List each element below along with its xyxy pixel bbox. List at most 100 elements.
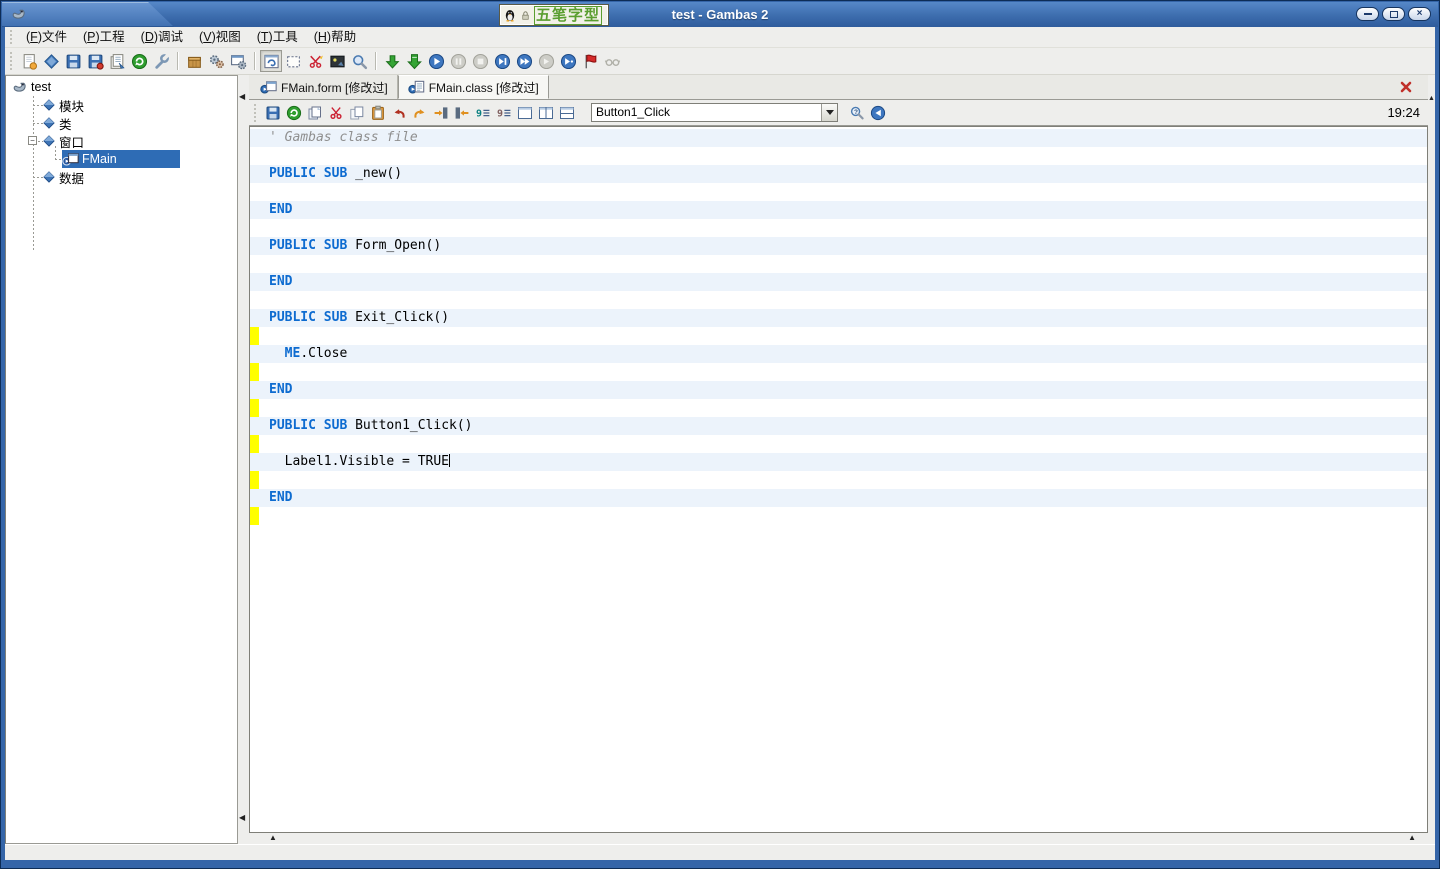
selection-button[interactable]: [282, 50, 304, 72]
menubar-gripper[interactable]: [9, 29, 14, 45]
tree-root[interactable]: test: [6, 78, 237, 96]
zoom-button[interactable]: [348, 50, 370, 72]
save-button[interactable]: [262, 102, 283, 123]
compile-all-button[interactable]: [403, 50, 425, 72]
expand-right-icon[interactable]: ▲: [1428, 95, 1435, 102]
run-until-button[interactable]: [557, 50, 579, 72]
menu-item-d[interactable]: (D)调试: [133, 28, 191, 47]
code-line-10[interactable]: [250, 291, 1427, 309]
editor-toolbar-gripper[interactable]: [253, 102, 258, 123]
uncomment-button[interactable]: 9: [493, 102, 514, 123]
tab-class[interactable]: FMain.class [修改过]: [397, 75, 549, 99]
cut-button[interactable]: [325, 102, 346, 123]
code-line-15[interactable]: END: [250, 381, 1427, 399]
select-all-button[interactable]: [304, 102, 325, 123]
breakpoint-button[interactable]: [579, 50, 601, 72]
maximize-button[interactable]: [1382, 7, 1405, 21]
tree-expander-collapse[interactable]: −: [28, 136, 37, 145]
copy-button[interactable]: [346, 102, 367, 123]
open-project-button[interactable]: [40, 50, 62, 72]
redo-button[interactable]: [409, 102, 430, 123]
code-line-12[interactable]: [250, 327, 1427, 345]
menu-item-p[interactable]: (P)工程: [75, 28, 133, 47]
sidebar-splitter[interactable]: ◀ ◀: [238, 75, 249, 844]
tabs: FMain.form [修改过] FMain.class [修改过]: [251, 74, 549, 99]
code-line-9[interactable]: END: [250, 273, 1427, 291]
input-method-indicator[interactable]: 五笔字型: [499, 4, 610, 26]
toolbar-gripper[interactable]: [9, 50, 14, 72]
cut-form-icon: [307, 53, 324, 70]
expand-bottom-left-icon[interactable]: ▲: [269, 833, 277, 843]
code-line-17[interactable]: PUBLIC SUB Button1_Click(): [250, 417, 1427, 435]
components-button[interactable]: [205, 50, 227, 72]
code-line-18[interactable]: [250, 435, 1427, 453]
refresh-button[interactable]: [128, 50, 150, 72]
goto-back-button[interactable]: [867, 102, 888, 123]
view-split-horizontal-button[interactable]: [556, 102, 577, 123]
menu-item-f[interactable]: (F)文件: [18, 28, 75, 47]
code-line-19[interactable]: Label1.Visible = TRUE: [250, 453, 1427, 471]
code-line-3[interactable]: PUBLIC SUB _new(): [250, 165, 1427, 183]
tools-button[interactable]: [150, 50, 172, 72]
compile-class-button[interactable]: [283, 102, 304, 123]
preferences-button[interactable]: [227, 50, 249, 72]
menu-item-t[interactable]: (T)工具: [249, 28, 306, 47]
paste-button[interactable]: [367, 102, 388, 123]
tree-item-label: 数据: [59, 171, 85, 186]
save-project-as-button[interactable]: [84, 50, 106, 72]
code-line-16[interactable]: [250, 399, 1427, 417]
menu-accelerator: F: [30, 29, 38, 44]
project-properties-button[interactable]: [106, 50, 128, 72]
screenshot-button[interactable]: [326, 50, 348, 72]
comment-button[interactable]: 9: [472, 102, 493, 123]
close-button[interactable]: ×: [1408, 7, 1431, 21]
menu-item-text: )帮助: [326, 29, 357, 44]
code-line-2[interactable]: [250, 147, 1427, 165]
titlebar[interactable]: test - Gambas 2 五笔字型 ×: [2, 2, 1438, 27]
expand-bottom-right-icon[interactable]: ▲: [1408, 833, 1416, 843]
view-split-vertical-button[interactable]: [535, 102, 556, 123]
close-tab-button[interactable]: [1398, 79, 1414, 95]
find-button[interactable]: ?: [846, 102, 867, 123]
right-panel-strip[interactable]: ▲: [1428, 75, 1435, 844]
code-line-21[interactable]: END: [250, 489, 1427, 507]
code-line-4[interactable]: [250, 183, 1427, 201]
cut-form-button[interactable]: [304, 50, 326, 72]
save-project-button[interactable]: [62, 50, 84, 72]
collapse-left-bottom-icon[interactable]: ◀: [239, 814, 245, 822]
code-editor[interactable]: ' Gambas class file PUBLIC SUB _new() END P…: [249, 126, 1428, 833]
form-editor-button[interactable]: [260, 50, 282, 72]
code-line-8[interactable]: [250, 255, 1427, 273]
code-line-14[interactable]: [250, 363, 1427, 381]
code-line-13[interactable]: ME.Close: [250, 345, 1427, 363]
tab-form[interactable]: FMain.form [修改过]: [251, 75, 398, 99]
view-normal-button[interactable]: [514, 102, 535, 123]
code-keyword: ME: [284, 346, 301, 361]
code-line-11[interactable]: PUBLIC SUB Exit_Click(): [250, 309, 1427, 327]
tree-item-fmain[interactable]: FMain: [6, 150, 237, 168]
compile-button[interactable]: [381, 50, 403, 72]
open-project-icon: [43, 53, 60, 70]
procedure-combobox[interactable]: Button1_Click: [591, 103, 838, 122]
new-project-button[interactable]: [18, 50, 40, 72]
code-line-5[interactable]: END: [250, 201, 1427, 219]
undo-button[interactable]: [388, 102, 409, 123]
indent-button[interactable]: [430, 102, 451, 123]
form-editor-icon: [263, 53, 280, 70]
combo-dropdown-button[interactable]: [821, 104, 837, 121]
unindent-button[interactable]: [451, 102, 472, 123]
run-button[interactable]: [425, 50, 447, 72]
make-executable-button[interactable]: [183, 50, 205, 72]
step-over-button[interactable]: [513, 50, 535, 72]
collapse-left-icon[interactable]: ◀: [239, 93, 245, 101]
code-line-7[interactable]: PUBLIC SUB Form_Open(): [250, 237, 1427, 255]
step-into-button[interactable]: [491, 50, 513, 72]
code-line-22[interactable]: [250, 507, 1427, 525]
menu-item-v[interactable]: (V)视图: [191, 28, 249, 47]
tree-item-label: FMain: [82, 152, 117, 166]
code-line-1[interactable]: ' Gambas class file: [250, 129, 1427, 147]
minimize-button[interactable]: [1356, 7, 1379, 21]
code-line-6[interactable]: [250, 219, 1427, 237]
code-line-20[interactable]: [250, 471, 1427, 489]
menu-item-h[interactable]: (H)帮助: [306, 28, 364, 47]
